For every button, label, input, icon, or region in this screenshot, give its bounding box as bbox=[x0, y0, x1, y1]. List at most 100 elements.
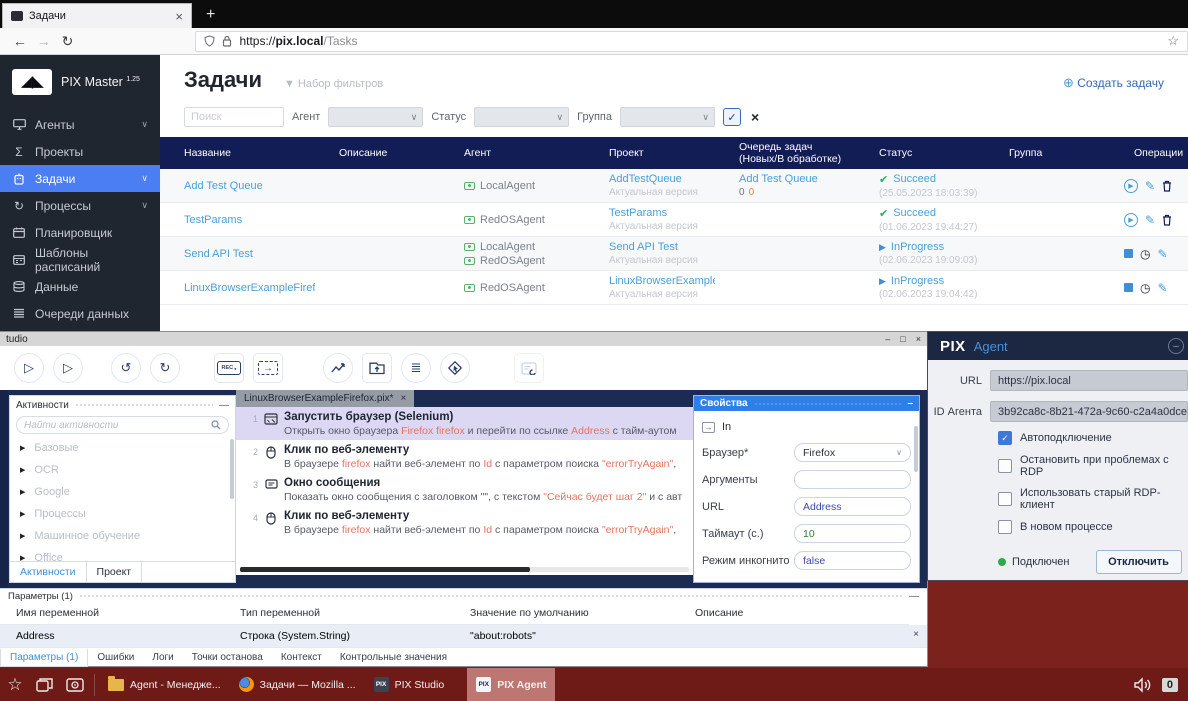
trash-icon[interactable] bbox=[1162, 180, 1172, 192]
properties-header[interactable]: Свойства – bbox=[694, 396, 919, 411]
maximize-icon[interactable]: □ bbox=[900, 334, 905, 344]
sidebar-item-agents[interactable]: Агенты ∨ bbox=[0, 111, 160, 138]
collapse-icon[interactable]: — bbox=[909, 591, 919, 602]
tab-logs[interactable]: Логи bbox=[143, 649, 182, 666]
delete-parameter-icon[interactable]: × bbox=[913, 629, 919, 640]
tasklist-button[interactable]: ≣ bbox=[401, 353, 431, 383]
tab-watch-values[interactable]: Контрольные значения bbox=[331, 649, 456, 666]
sidebar-item-data-queues[interactable]: Очереди данных bbox=[0, 300, 160, 327]
sidebar-item-scheduler[interactable]: Планировщик bbox=[0, 219, 160, 246]
workflow-step[interactable]: 1 Запустить браузер (Selenium) Открыть о… bbox=[236, 407, 693, 440]
reload-icon[interactable]: ↻ bbox=[56, 33, 80, 50]
taskbar-item-pix-agent[interactable]: PIX PIX Agent bbox=[467, 668, 556, 701]
redo-button[interactable]: ↻ bbox=[150, 353, 180, 383]
agent-id-field[interactable]: 3b92ca8c-8b21-472a-9c60-c2a4a0dce0 bbox=[990, 401, 1188, 422]
activity-group-office[interactable]: ▶ Office bbox=[10, 547, 235, 561]
workflow-step[interactable]: 2 Клик по веб-элементу В браузере firefo… bbox=[236, 440, 693, 473]
browser-select[interactable]: Firefox ∨ bbox=[794, 443, 911, 462]
drag-handle[interactable] bbox=[74, 403, 213, 408]
checkbox-icon[interactable] bbox=[998, 520, 1012, 534]
run-task-button[interactable]: ▶ bbox=[1124, 178, 1138, 193]
notification-badge[interactable]: 0 bbox=[1161, 677, 1178, 692]
stopwatch-icon[interactable]: ◷ bbox=[1140, 247, 1150, 261]
tab-project[interactable]: Проект bbox=[87, 562, 143, 582]
expand-icon[interactable]: ▶ bbox=[20, 554, 25, 561]
tab-activities[interactable]: Активности bbox=[10, 562, 87, 582]
url-input[interactable]: Address bbox=[794, 497, 911, 516]
stop-task-button[interactable] bbox=[1124, 249, 1133, 258]
sidebar-item-data[interactable]: Данные bbox=[0, 273, 160, 300]
expand-icon[interactable]: ▶ bbox=[20, 466, 25, 474]
activity-group-processes[interactable]: ▶ Процессы bbox=[10, 503, 235, 525]
parameter-row[interactable]: Address Строка (System.String) "about:ro… bbox=[0, 625, 927, 647]
activity-group-ocr[interactable]: ▶ OCR bbox=[10, 459, 235, 481]
activity-group-ml[interactable]: ▶ Машинное обучение bbox=[10, 525, 235, 547]
forward-icon[interactable]: → bbox=[32, 33, 56, 49]
editor-tab[interactable]: LinuxBrowserExampleFirefox.pix* × bbox=[236, 390, 415, 407]
activity-group-google[interactable]: ▶ Google bbox=[10, 481, 235, 503]
back-icon[interactable]: ← bbox=[8, 33, 32, 49]
project-link[interactable]: TestParams bbox=[609, 207, 667, 219]
agent-filter-select[interactable]: ∨ bbox=[328, 107, 424, 127]
insert-frame-button[interactable]: → bbox=[253, 353, 283, 383]
minimize-icon[interactable]: – bbox=[1168, 338, 1184, 354]
studio-title-bar[interactable]: tudio – □ × bbox=[0, 332, 927, 346]
edit-icon[interactable]: ✎ bbox=[1157, 247, 1167, 261]
checkbox-icon[interactable] bbox=[998, 492, 1012, 506]
close-icon[interactable]: × bbox=[916, 334, 921, 344]
activity-group-basic[interactable]: ▶ Базовые bbox=[10, 437, 235, 459]
apply-filter-button[interactable]: ✓ bbox=[723, 108, 741, 126]
task-name-link[interactable]: LinuxBrowserExampleFirefox bbox=[160, 282, 315, 294]
search-input[interactable] bbox=[184, 107, 284, 127]
autoconnect-checkbox[interactable]: ✓ Автоподключение bbox=[998, 431, 1188, 445]
sidebar-item-tasks[interactable]: Задачи ∨ bbox=[0, 165, 160, 192]
horizontal-scrollbar[interactable] bbox=[240, 567, 689, 572]
workflow-step[interactable]: 4 Клик по веб-элементу В браузере firefo… bbox=[236, 506, 693, 539]
publish-button[interactable] bbox=[362, 353, 392, 383]
tab-close-icon[interactable]: × bbox=[175, 9, 183, 24]
close-icon[interactable]: × bbox=[401, 393, 407, 404]
parameters-header[interactable]: Параметры (1) — bbox=[0, 589, 927, 602]
run-step-button[interactable]: ▷ bbox=[53, 353, 83, 383]
tab-parameters[interactable]: Параметры (1) bbox=[0, 648, 89, 667]
drag-handle[interactable] bbox=[78, 594, 903, 599]
status-filter-select[interactable]: ∨ bbox=[474, 107, 570, 127]
scrollbar[interactable] bbox=[914, 426, 918, 472]
project-link[interactable]: AddTestQueue bbox=[609, 173, 682, 185]
project-link[interactable]: Send API Test bbox=[609, 241, 678, 253]
checkbox-icon[interactable] bbox=[998, 459, 1012, 473]
task-name-link[interactable]: Add Test Queue bbox=[160, 180, 315, 192]
project-link[interactable]: LinuxBrowserExampleFirefox bbox=[609, 275, 715, 287]
run-button[interactable]: ▷ bbox=[14, 353, 44, 383]
expand-icon[interactable]: ▶ bbox=[20, 488, 25, 496]
edit-icon[interactable]: ✎ bbox=[1145, 179, 1155, 193]
table-row[interactable]: Add Test Queue LocalAgent AddTestQueue Ак… bbox=[160, 169, 1188, 203]
edit-icon[interactable]: ✎ bbox=[1157, 281, 1167, 295]
element-inspector-button[interactable] bbox=[514, 353, 544, 383]
disconnect-button[interactable]: Отключить bbox=[1095, 550, 1182, 574]
element-picker-button[interactable] bbox=[440, 353, 470, 383]
record-button[interactable]: REC ● bbox=[214, 353, 244, 383]
taskbar-item-pix-studio[interactable]: PIX PIX Studio bbox=[365, 668, 454, 701]
legacy-rdp-client-checkbox[interactable]: Использовать старый RDP-клиент bbox=[998, 487, 1188, 511]
tab-breakpoints[interactable]: Точки останова bbox=[183, 649, 272, 666]
expand-icon[interactable]: ▶ bbox=[20, 444, 25, 452]
expand-icon[interactable]: ▶ bbox=[20, 510, 25, 518]
incognito-input[interactable]: false bbox=[794, 551, 911, 570]
pin-icon[interactable]: – bbox=[907, 398, 913, 409]
stop-task-button[interactable] bbox=[1124, 283, 1133, 292]
agent-url-field[interactable]: https://pix.local bbox=[990, 370, 1188, 391]
statistics-button[interactable] bbox=[323, 353, 353, 383]
browser-tab[interactable]: Задачи × bbox=[2, 3, 192, 28]
arguments-input[interactable] bbox=[794, 470, 911, 489]
minimize-icon[interactable]: – bbox=[885, 334, 890, 344]
checkbox-checked-icon[interactable]: ✓ bbox=[998, 431, 1012, 445]
activities-search-input[interactable] bbox=[24, 419, 211, 431]
agent-title-bar[interactable]: PIX Agent – bbox=[928, 332, 1188, 360]
drag-handle[interactable] bbox=[753, 401, 902, 406]
run-task-button[interactable]: ▶ bbox=[1124, 212, 1138, 227]
taskbar-item-firefox[interactable]: Задачи — Mozilla ... bbox=[230, 668, 365, 701]
task-name-link[interactable]: TestParams bbox=[160, 214, 315, 226]
favorites-star-icon[interactable]: ☆ bbox=[0, 675, 30, 695]
group-filter-select[interactable]: ∨ bbox=[620, 107, 715, 127]
